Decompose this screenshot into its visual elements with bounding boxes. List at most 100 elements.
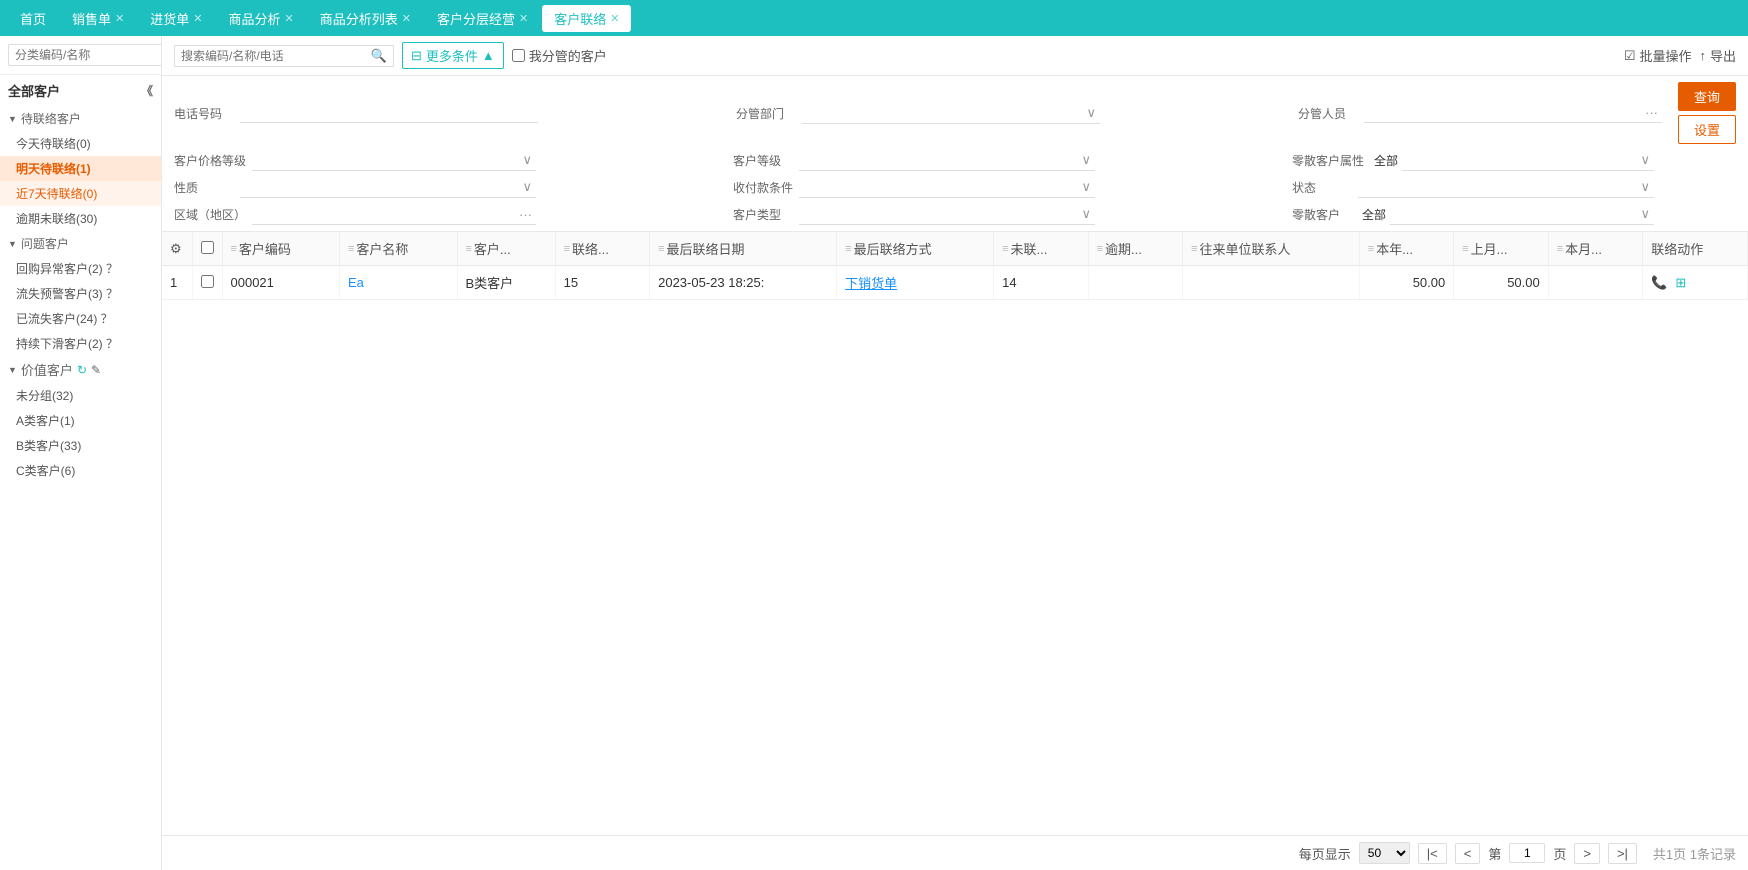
sidebar-item-today[interactable]: 今天待联络(0) <box>0 131 161 156</box>
nav-product-analysis-list[interactable]: 商品分析列表 ✕ <box>308 5 423 32</box>
sidebar-item-b-class[interactable]: B类客户(33) <box>0 433 161 458</box>
close-icon[interactable]: ✕ <box>519 12 528 25</box>
close-icon[interactable]: ✕ <box>285 12 294 25</box>
sidebar-item-declining[interactable]: 持续下滑客户(2) ？ <box>0 331 161 356</box>
nav-sales-order[interactable]: 销售单 ✕ <box>60 5 136 32</box>
sidebar-item-tomorrow[interactable]: 明天待联络(1) <box>0 156 161 181</box>
next-page-btn[interactable]: > <box>1574 843 1600 864</box>
batch-ops-btn[interactable]: ☑ 批量操作 <box>1624 46 1692 65</box>
contact-action-icon[interactable]: 📞 <box>1651 275 1667 291</box>
th-not-contact[interactable]: 未联... <box>994 232 1088 266</box>
sidebar-item-c-class[interactable]: C类客户(6) <box>0 458 161 483</box>
export-btn[interactable]: ↑ 导出 <box>1699 46 1736 65</box>
nav-customer-contact[interactable]: 客户联络 ✕ <box>542 5 631 32</box>
select-all-checkbox[interactable] <box>201 241 214 254</box>
sidebar-item-7days[interactable]: 近7天待联络(0) <box>0 181 161 206</box>
row-select-checkbox[interactable] <box>201 275 214 288</box>
query-btn[interactable]: 查询 <box>1678 82 1736 111</box>
refresh-icon[interactable]: ↻ <box>77 363 87 377</box>
all-customers-title[interactable]: 全部客户 《 <box>0 75 161 106</box>
field-retail-customer: 零散客户 全部 ∨ <box>1292 204 1654 225</box>
field-customer-type: 客户类型 ∨ <box>733 204 1095 225</box>
prev-page-btn[interactable]: < <box>1455 843 1481 864</box>
th-type[interactable]: 客户... <box>457 232 555 266</box>
th-overdue[interactable]: 逾期... <box>1088 232 1182 266</box>
retail-attr-select[interactable]: ∨ <box>1402 150 1654 171</box>
filter-search-icon[interactable]: 🔍 <box>371 48 387 64</box>
chevron-down-icon: ∨ <box>522 152 532 168</box>
status-select[interactable]: ∨ <box>1358 177 1654 198</box>
data-table: ⚙ 客户编码 客户名称 客户... 联络... 最后联络日期 最后联络方式 未联… <box>162 232 1748 300</box>
close-icon[interactable]: ✕ <box>115 12 124 25</box>
nav-product-analysis[interactable]: 商品分析 ✕ <box>216 5 305 32</box>
contact-method-link[interactable]: 下销货单 <box>845 276 897 291</box>
th-checkbox <box>192 232 222 266</box>
adv-filter-row-1: 电话号码 分管部门 ∨ 分管人员 ··· 查询 设置 <box>174 82 1736 144</box>
nav-customer-tier[interactable]: 客户分层经营 ✕ <box>425 5 540 32</box>
customer-type-select[interactable]: ∨ <box>799 204 1095 225</box>
advanced-filter: 电话号码 分管部门 ∨ 分管人员 ··· 查询 设置 <box>162 76 1748 232</box>
sidebar-item-overdue[interactable]: 逾期未联络(30) <box>0 206 161 231</box>
th-code[interactable]: 客户编码 <box>222 232 340 266</box>
per-page-select[interactable]: 50 100 200 <box>1359 842 1410 864</box>
adv-filter-row-2: 客户价格等级 ∨ 客户等级 ∨ 零散客户属性 全部 ∨ <box>174 150 1736 171</box>
nature-select[interactable]: ∨ <box>240 177 536 198</box>
content-area: 🔍 ⊟ 更多条件 ▲ 我分管的客户 ☑ 批量操作 ↑ 导出 <box>162 36 1748 870</box>
filter-search-input[interactable] <box>181 49 367 63</box>
th-last-contact-date[interactable]: 最后联络日期 <box>650 232 837 266</box>
field-payment: 收付款条件 ∨ <box>733 177 1095 198</box>
page-input[interactable] <box>1509 843 1545 863</box>
top-navigation: 首页 销售单 ✕ 进货单 ✕ 商品分析 ✕ 商品分析列表 ✕ 客户分层经营 ✕ … <box>0 0 1748 36</box>
sidebar-item-churn-warn[interactable]: 流失预警客户(3) ？ <box>0 281 161 306</box>
field-status: 状态 ∨ <box>1292 177 1654 198</box>
th-contact-count[interactable]: 联络... <box>555 232 649 266</box>
set-btn[interactable]: 设置 <box>1678 115 1736 144</box>
th-last-contact-method[interactable]: 最后联络方式 <box>837 232 994 266</box>
th-this-year[interactable]: 本年... <box>1359 232 1453 266</box>
sidebar-search-area: 🔍 <box>0 36 161 75</box>
sidebar-item-churned[interactable]: 已流失客户(24) ？ <box>0 306 161 331</box>
th-this-month[interactable]: 本月... <box>1548 232 1642 266</box>
customer-level-select[interactable]: ∨ <box>799 150 1095 171</box>
phone-input[interactable] <box>240 104 538 123</box>
sidebar-item-a-class[interactable]: A类客户(1) <box>0 408 161 433</box>
th-last-month[interactable]: 上月... <box>1454 232 1548 266</box>
table-header-row: ⚙ 客户编码 客户名称 客户... 联络... 最后联络日期 最后联络方式 未联… <box>162 232 1748 266</box>
th-settings: ⚙ <box>162 232 192 266</box>
edit-icon[interactable]: ✎ <box>91 363 101 377</box>
chevron-down-icon: ∨ <box>1081 179 1091 195</box>
payment-select[interactable]: ∨ <box>799 177 1095 198</box>
th-name[interactable]: 客户名称 <box>340 232 458 266</box>
chevron-down-icon: ∨ <box>1640 179 1650 195</box>
sidebar-item-rebuy-abnormal[interactable]: 回购异常客户(2) ？ <box>0 256 161 281</box>
chevron-down-icon: ∨ <box>1081 206 1091 222</box>
nav-purchase-order[interactable]: 进货单 ✕ <box>138 5 214 32</box>
nav-home[interactable]: 首页 <box>8 5 58 32</box>
sidebar-search-input[interactable] <box>8 44 162 66</box>
dept-select[interactable]: ∨ <box>802 103 1100 124</box>
settings-icon[interactable]: ⚙ <box>170 241 182 256</box>
row-name: Ea <box>340 266 458 300</box>
last-page-btn[interactable]: >| <box>1608 843 1637 864</box>
sidebar-group-problem: 问题客户 <box>0 231 161 256</box>
row-type: B类客户 <box>457 266 555 300</box>
region-dots[interactable]: ··· <box>252 205 536 225</box>
my-customers-check: 我分管的客户 <box>512 46 607 65</box>
first-page-btn[interactable]: |< <box>1418 843 1447 864</box>
filter-right-actions: ☑ 批量操作 ↑ 导出 <box>1624 46 1736 65</box>
my-customers-checkbox[interactable] <box>512 49 525 62</box>
close-icon[interactable]: ✕ <box>193 12 202 25</box>
collapse-icon[interactable]: 《 <box>141 82 153 99</box>
sidebar-item-ungrouped[interactable]: 未分组(32) <box>0 383 161 408</box>
field-region: 区域（地区） ··· <box>174 205 536 225</box>
main-layout: 🔍 全部客户 《 待联络客户 今天待联络(0) 明天待联络(1) 近7天待联络(… <box>0 36 1748 870</box>
more-action-icon[interactable]: ⊞ <box>1675 275 1686 291</box>
manager-dots[interactable]: ··· <box>1364 103 1662 123</box>
more-conditions-btn[interactable]: ⊟ 更多条件 ▲ <box>402 42 504 69</box>
price-level-select[interactable]: ∨ <box>252 150 536 171</box>
field-price-level: 客户价格等级 ∨ <box>174 150 536 171</box>
close-icon[interactable]: ✕ <box>610 12 619 25</box>
retail-customer-select[interactable]: ∨ <box>1390 204 1654 225</box>
th-partner-contact[interactable]: 往来单位联系人 <box>1183 232 1360 266</box>
close-icon[interactable]: ✕ <box>402 12 411 25</box>
